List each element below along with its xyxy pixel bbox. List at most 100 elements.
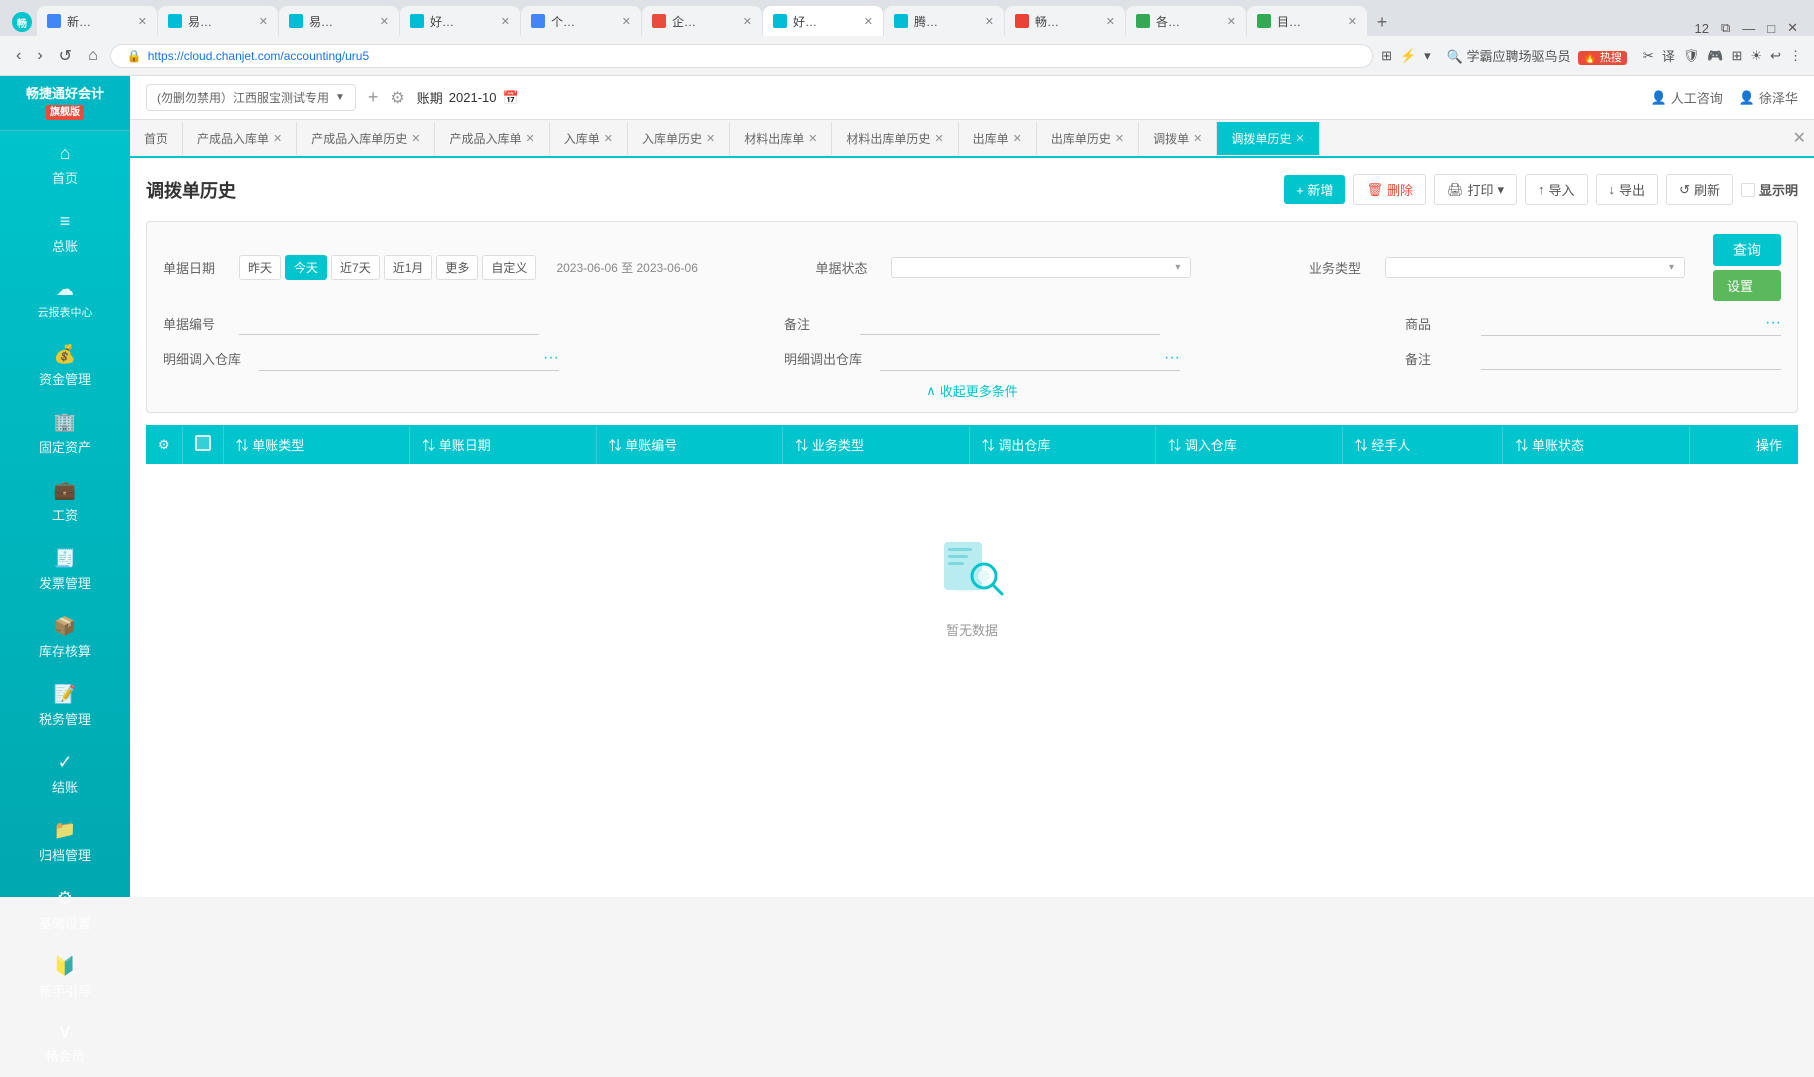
page-tab-stock-in-history[interactable]: 入库单历史 ✕ xyxy=(628,122,730,155)
th-gear[interactable]: ⚙ xyxy=(146,425,182,464)
user-info[interactable]: 👤 徐泽华 xyxy=(1739,88,1798,107)
sidebar-item-guide[interactable]: 🔰 新手引导 xyxy=(0,944,130,1012)
tab-close-2[interactable]: ✕ xyxy=(259,15,268,28)
tab-close-10[interactable]: ✕ xyxy=(1227,15,1236,28)
sidebar-item-fund[interactable]: 💰 资金管理 xyxy=(0,332,130,400)
tab-close-11[interactable]: ✕ xyxy=(1348,15,1357,28)
restore-icon[interactable]: ⧉ xyxy=(1721,20,1730,36)
sidebar-item-settings[interactable]: ⚙ 基础设置 xyxy=(0,876,130,944)
settings-gear-icon[interactable]: ⚙ xyxy=(390,88,404,108)
translate-icon[interactable]: 译 xyxy=(1662,46,1675,65)
browser-tab-5[interactable]: 个… ✕ xyxy=(521,6,641,36)
page-tab-transfer-close[interactable]: ✕ xyxy=(1193,132,1202,145)
page-tab-stock-in-history-close[interactable]: ✕ xyxy=(706,132,715,145)
address-input[interactable]: 🔒 https://cloud.chanjet.com/accounting/u… xyxy=(110,44,1373,68)
page-tab-produce-in-close[interactable]: ✕ xyxy=(273,132,282,145)
close-all-tabs-button[interactable]: ✕ xyxy=(1785,120,1814,156)
biz-type-select[interactable]: ▾ xyxy=(1385,257,1685,278)
goods-dots-button[interactable]: ··· xyxy=(1765,314,1781,332)
doc-number-input[interactable] xyxy=(239,313,539,335)
search-bar[interactable]: 🔍 学霸应聘场驱鸟员 🔥 热搜 xyxy=(1447,46,1627,65)
th-transfer-in[interactable]: ⇅ 调入仓库 xyxy=(1156,425,1343,464)
th-doc-date[interactable]: ⇅ 单账日期 xyxy=(410,425,597,464)
page-tab-stock-in-close[interactable]: ✕ xyxy=(604,132,613,145)
date-btn-7days[interactable]: 近7天 xyxy=(331,255,380,280)
sidebar-item-home[interactable]: ⌂ 首页 xyxy=(0,131,130,199)
tab-close-6[interactable]: ✕ xyxy=(743,15,752,28)
tab-close-1[interactable]: ✕ xyxy=(138,15,147,28)
back-button[interactable]: ‹ xyxy=(12,43,25,69)
calendar-icon[interactable]: 📅 xyxy=(503,90,519,106)
detail-in-dots-button[interactable]: ··· xyxy=(543,349,559,367)
detail-out-dots-button[interactable]: ··· xyxy=(1164,349,1180,367)
sidebar-item-asset[interactable]: 🏢 固定资产 xyxy=(0,400,130,468)
page-tab-material-out-history-close[interactable]: ✕ xyxy=(934,132,943,145)
page-tab-out-order-history-close[interactable]: ✕ xyxy=(1115,132,1124,145)
print-button[interactable]: 🖨 打印 ▾ xyxy=(1434,174,1517,205)
date-btn-1month[interactable]: 近1月 xyxy=(384,255,433,280)
sidebar-item-member[interactable]: V 畅会员 xyxy=(0,1012,130,1077)
import-button[interactable]: ↑ 导入 xyxy=(1525,174,1588,205)
browser-tab-10[interactable]: 各… ✕ xyxy=(1126,6,1246,36)
expand-icon[interactable]: ▾ xyxy=(1424,48,1431,64)
th-doc-type[interactable]: ⇅ 单账类型 xyxy=(223,425,410,464)
sidebar-item-wage[interactable]: 💼 工资 xyxy=(0,468,130,536)
page-tab-produce-in2-close[interactable]: ✕ xyxy=(526,132,535,145)
menu-icon[interactable]: ⋮ xyxy=(1789,48,1802,64)
browser-tab-3[interactable]: 易… ✕ xyxy=(279,6,399,36)
tab-close-5[interactable]: ✕ xyxy=(622,15,631,28)
sidebar-item-archive[interactable]: 📁 归档管理 xyxy=(0,808,130,876)
browser-tab-8[interactable]: 腾… ✕ xyxy=(884,6,1004,36)
th-handler[interactable]: ⇅ 经手人 xyxy=(1342,425,1503,464)
undo-icon[interactable]: ↩ xyxy=(1770,48,1781,64)
th-biz-type[interactable]: ⇅ 业务类型 xyxy=(783,425,970,464)
gamepad-icon[interactable]: 🎮 xyxy=(1707,48,1723,64)
browser-tab-4[interactable]: 好… ✕ xyxy=(400,6,520,36)
delete-button[interactable]: 🗑 删除 xyxy=(1353,174,1426,205)
browser-tab-6[interactable]: 企… ✕ xyxy=(642,6,762,36)
page-tab-out-order-history[interactable]: 出库单历史 ✕ xyxy=(1037,122,1139,155)
tab-close-8[interactable]: ✕ xyxy=(985,15,994,28)
tab-close-7[interactable]: ✕ xyxy=(864,15,873,28)
browser-tab-11[interactable]: 目… ✕ xyxy=(1247,6,1367,36)
close-icon[interactable]: ✕ xyxy=(1787,20,1798,36)
date-btn-yesterday[interactable]: 昨天 xyxy=(239,255,281,280)
tab-close-4[interactable]: ✕ xyxy=(501,15,510,28)
browser-tab-9[interactable]: 畅… ✕ xyxy=(1005,6,1125,36)
page-tab-transfer[interactable]: 调拨单 ✕ xyxy=(1139,122,1217,155)
company-selector[interactable]: (勿删勿禁用）江西服宝测试专用 ▼ xyxy=(146,84,356,111)
brightness-icon[interactable]: ☀ xyxy=(1750,48,1762,64)
flash-icon[interactable]: ⚡ xyxy=(1400,48,1416,64)
display-checkbox[interactable] xyxy=(1741,183,1755,197)
sidebar-item-report[interactable]: ☁ 云报表中心 xyxy=(0,267,130,332)
page-tab-transfer-history[interactable]: 调拨单历史 ✕ xyxy=(1217,122,1319,155)
new-button[interactable]: + 新增 xyxy=(1284,175,1345,204)
th-doc-number[interactable]: ⇅ 单账编号 xyxy=(596,425,783,464)
page-tab-stock-in[interactable]: 入库单 ✕ xyxy=(550,122,628,155)
remarks-input[interactable] xyxy=(860,313,1160,335)
page-tab-produce-in-history-close[interactable]: ✕ xyxy=(411,132,420,145)
sidebar-item-settle[interactable]: ✓ 结账 xyxy=(0,740,130,808)
home-button[interactable]: ⌂ xyxy=(84,43,102,69)
service-link[interactable]: 👤 人工咨询 xyxy=(1651,88,1723,107)
date-btn-today[interactable]: 今天 xyxy=(285,255,327,280)
page-tab-material-out-history[interactable]: 材料出库单历史 ✕ xyxy=(832,122,958,155)
page-tab-transfer-history-close[interactable]: ✕ xyxy=(1295,132,1304,145)
sidebar-item-inventory[interactable]: 📦 库存核算 xyxy=(0,604,130,672)
browser-tab-7[interactable]: 好… ✕ xyxy=(763,6,883,36)
page-tab-out-order-close[interactable]: ✕ xyxy=(1013,132,1022,145)
page-tab-produce-in-history[interactable]: 产成品入库单历史 ✕ xyxy=(297,122,435,155)
new-tab-button[interactable]: + xyxy=(1368,8,1396,36)
status-select[interactable]: ▾ xyxy=(891,257,1191,278)
detail-out-input[interactable] xyxy=(880,351,1160,366)
goods-input[interactable] xyxy=(1481,316,1761,331)
add-company-button[interactable]: + xyxy=(368,87,379,108)
th-doc-status[interactable]: ⇅ 单账状态 xyxy=(1503,425,1690,464)
tab-close-9[interactable]: ✕ xyxy=(1106,15,1115,28)
maximize-icon[interactable]: □ xyxy=(1767,21,1775,36)
display-toggle[interactable]: 显示明 xyxy=(1741,180,1798,199)
detail-remarks-input[interactable] xyxy=(1481,348,1781,370)
browser-tab-1[interactable]: 新… ✕ xyxy=(37,6,157,36)
sidebar-item-invoice[interactable]: 🧾 发票管理 xyxy=(0,536,130,604)
setting-button[interactable]: 设置 xyxy=(1713,270,1781,301)
